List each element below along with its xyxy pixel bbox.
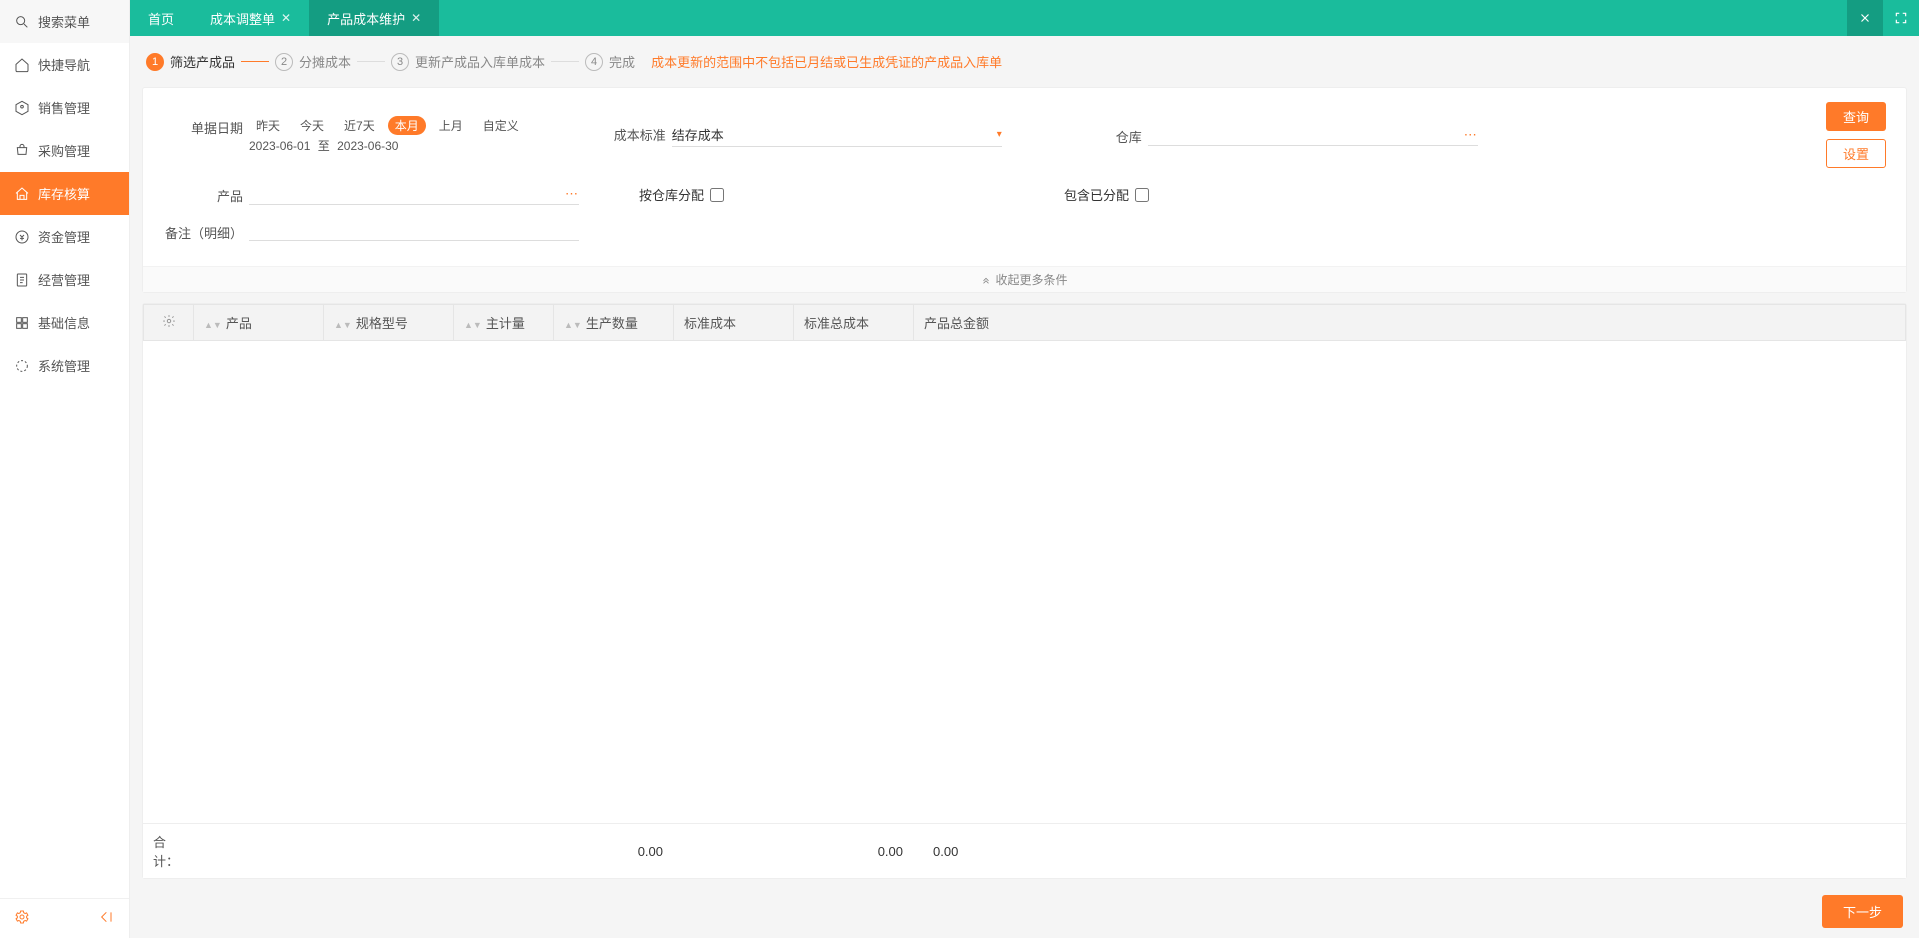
warehouse-label: 仓库: [1062, 125, 1142, 146]
tag-icon: [14, 100, 30, 116]
remark-input[interactable]: [249, 221, 579, 241]
col-unit[interactable]: ▲▼主计量: [454, 305, 554, 341]
query-button[interactable]: 查询: [1826, 102, 1886, 131]
cart-icon: [14, 143, 30, 159]
table-body-empty: [143, 341, 1906, 823]
col-qty[interactable]: ▲▼生产数量: [554, 305, 674, 341]
by-warehouse-label: 按仓库分配: [639, 185, 704, 204]
date-chip-2[interactable]: 近7天: [337, 116, 382, 135]
shape-icon: [14, 358, 30, 374]
step-3: 4完成: [585, 52, 635, 71]
tab-close-icon[interactable]: ✕: [411, 11, 421, 25]
search-icon: [14, 14, 30, 30]
cost-standard-label: 成本标准: [586, 123, 666, 144]
col-std-total[interactable]: 标准总成本: [794, 305, 914, 341]
cost-standard-select[interactable]: 结存成本 ▾: [672, 123, 1002, 147]
include-allocated-label: 包含已分配: [1064, 185, 1129, 204]
chevron-down-icon: ▾: [997, 129, 1002, 140]
date-chip-4[interactable]: 上月: [432, 116, 470, 135]
remark-label: 备注（明细）: [163, 221, 243, 242]
date-chip-3[interactable]: 本月: [388, 116, 426, 135]
grid-icon: [14, 315, 30, 331]
sidebar-item-6[interactable]: 经营管理: [0, 258, 129, 301]
warehouse-lookup-icon[interactable]: ⋯: [1464, 127, 1478, 143]
date-chip-5[interactable]: 自定义: [476, 116, 526, 135]
next-step-button[interactable]: 下一步: [1822, 895, 1903, 928]
sidebar-item-8[interactable]: 系统管理: [0, 344, 129, 387]
home-icon: [14, 57, 30, 73]
sidebar-item-1[interactable]: 快捷导航: [0, 43, 129, 86]
step-2: 3更新产成品入库单成本: [391, 52, 545, 71]
tab-2[interactable]: 产品成本维护✕: [309, 0, 439, 36]
column-settings-header[interactable]: [144, 305, 194, 341]
collapse-sidebar-icon[interactable]: [99, 909, 115, 928]
product-input[interactable]: ⋯: [249, 184, 579, 205]
wizard-steps: 1筛选产成品 2分摊成本 3更新产成品入库单成本 4完成 成本更新的范围中不包括已月结…: [142, 46, 1907, 77]
date-chip-0[interactable]: 昨天: [249, 116, 287, 135]
doc-icon: [14, 272, 30, 288]
house-icon: [14, 186, 30, 202]
results-table: ▲▼产品 ▲▼规格型号 ▲▼主计量 ▲▼生产数量 标准成本 标准总成本 产品总金…: [142, 303, 1907, 879]
by-warehouse-checkbox[interactable]: [710, 188, 724, 202]
step-0: 1筛选产成品: [146, 52, 235, 71]
step-1: 2分摊成本: [275, 52, 351, 71]
steps-warning-note: 成本更新的范围中不包括已月结或已生成凭证的产成品入库单: [651, 52, 1002, 71]
collapse-filters-button[interactable]: 收起更多条件: [143, 266, 1906, 292]
filter-panel: 单据日期 昨天今天近7天本月上月自定义 2023-06-01 至 2023-06…: [142, 87, 1907, 293]
tab-close-icon[interactable]: ✕: [281, 11, 291, 25]
sidebar-item-3[interactable]: 采购管理: [0, 129, 129, 172]
sidebar-item-7[interactable]: 基础信息: [0, 301, 129, 344]
settings-gear-icon[interactable]: [14, 909, 30, 928]
tab-0[interactable]: 首页: [130, 0, 192, 36]
close-all-tabs-button[interactable]: [1847, 0, 1883, 36]
product-label: 产品: [163, 184, 243, 205]
table-total-row: 合计： 0.00 0.00 0.00: [143, 824, 1906, 879]
date-range-display[interactable]: 2023-06-01 至 2023-06-30: [249, 137, 526, 154]
sidebar-item-5[interactable]: 资金管理: [0, 215, 129, 258]
tab-1[interactable]: 成本调整单✕: [192, 0, 309, 36]
col-spec[interactable]: ▲▼规格型号: [324, 305, 454, 341]
date-label: 单据日期: [163, 116, 243, 137]
fullscreen-button[interactable]: [1883, 0, 1919, 36]
sidebar-item-2[interactable]: 销售管理: [0, 86, 129, 129]
tabs-bar: 首页成本调整单✕产品成本维护✕: [130, 0, 1919, 36]
sidebar-item-0[interactable]: 搜索菜单: [0, 0, 129, 43]
col-std-cost[interactable]: 标准成本: [674, 305, 794, 341]
coin-icon: [14, 229, 30, 245]
date-chip-1[interactable]: 今天: [293, 116, 331, 135]
col-prod-total[interactable]: 产品总金额: [914, 305, 1906, 341]
warehouse-input[interactable]: ⋯: [1148, 125, 1478, 146]
sidebar: 搜索菜单快捷导航销售管理采购管理库存核算资金管理经营管理基础信息系统管理: [0, 0, 130, 938]
include-allocated-checkbox[interactable]: [1135, 188, 1149, 202]
product-lookup-icon[interactable]: ⋯: [565, 186, 579, 202]
sidebar-item-4[interactable]: 库存核算: [0, 172, 129, 215]
settings-button[interactable]: 设置: [1826, 139, 1886, 168]
col-product[interactable]: ▲▼产品: [194, 305, 324, 341]
